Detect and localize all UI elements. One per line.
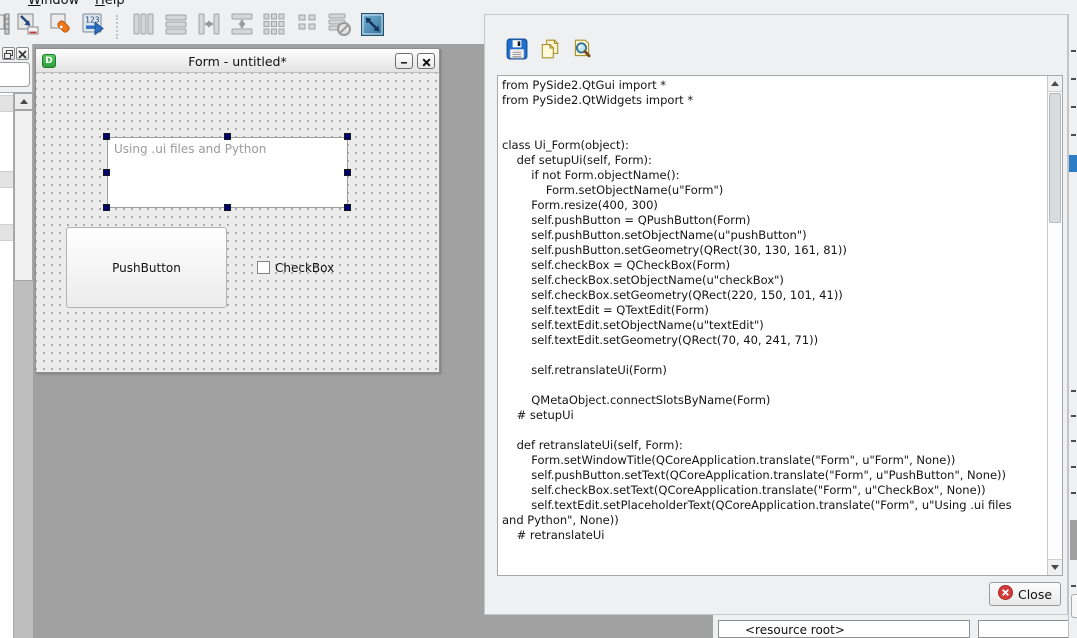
sliver-scroll-thumb[interactable] — [1070, 520, 1077, 560]
selection-handle[interactable] — [224, 133, 231, 140]
tree-branch-mark — [1071, 585, 1076, 587]
menu-window[interactable]: Window — [28, 0, 79, 8]
selection-handle[interactable] — [344, 133, 351, 140]
resource-preview[interactable] — [978, 620, 1077, 638]
edit-signals-slots-icon — [16, 12, 40, 40]
textedit-placeholder: Using .ui files and Python — [108, 138, 347, 160]
tree-branch-mark — [1071, 134, 1076, 136]
copy-code-button[interactable] — [537, 38, 563, 64]
minimize-icon — [400, 52, 408, 71]
widget-box-list — [0, 92, 33, 638]
textedit-widget[interactable]: Using .ui files and Python — [107, 137, 348, 208]
code-scrollbar[interactable] — [1047, 76, 1062, 575]
widget-category-row[interactable] — [0, 171, 13, 188]
sliver-field — [1071, 594, 1077, 618]
selection-handle[interactable] — [103, 133, 110, 140]
copy-icon — [539, 38, 561, 64]
tree-branch-mark — [1071, 50, 1076, 52]
adjust-size-icon — [360, 12, 385, 41]
float-panel-icon — [4, 44, 13, 63]
layout-splitter-vertical-icon — [230, 12, 254, 40]
checkbox-widget[interactable]: CheckBox — [257, 247, 358, 288]
break-layout-icon — [327, 12, 352, 41]
layout-splitter-horizontal-button[interactable] — [196, 13, 222, 39]
minimize-button[interactable] — [395, 53, 413, 69]
tree-branch-mark — [1071, 390, 1076, 392]
tree-branch-mark — [1071, 415, 1076, 417]
break-layout-button[interactable] — [326, 13, 352, 39]
save-code-button[interactable] — [504, 38, 530, 64]
close-dialog-button[interactable]: Close — [989, 582, 1061, 606]
close-window-icon — [422, 52, 431, 71]
widget-box-panel — [0, 44, 33, 638]
layout-form-icon — [296, 12, 320, 40]
form-window-title: Form - untitled* — [36, 49, 439, 73]
widget-box-scroll-thumb[interactable] — [14, 110, 33, 281]
panel-close-button[interactable] — [16, 47, 29, 60]
selection-handle[interactable] — [103, 169, 110, 176]
edit-widgets-button[interactable] — [0, 13, 13, 39]
resource-tree[interactable]: <resource root> — [718, 620, 970, 638]
selection-handle[interactable] — [103, 204, 110, 211]
resource-browser-panel: <resource root> — [713, 615, 1077, 638]
view-code-dialog: from PySide2.QtGui import * from PySide2… — [484, 14, 1068, 615]
scroll-down-icon[interactable] — [1048, 559, 1062, 575]
panel-float-button[interactable] — [2, 47, 15, 60]
scroll-up-icon[interactable] — [14, 93, 33, 110]
tree-branch-mark — [1071, 106, 1076, 108]
checkbox-indicator[interactable] — [257, 261, 270, 274]
tree-branch-mark — [1071, 466, 1076, 468]
edit-tab-order-button[interactable]: 123 — [80, 13, 106, 39]
layout-horizontal-icon — [131, 12, 155, 40]
selected-row-sliver[interactable] — [1069, 155, 1077, 172]
widget-box-scrollbar[interactable] — [13, 93, 33, 638]
form-canvas[interactable]: Using .ui files and Python PushButton Ch… — [36, 73, 439, 372]
right-dock-sliver — [1068, 14, 1077, 638]
tab-order-123-glyph: 123 — [85, 15, 100, 24]
checkbox-label: CheckBox — [275, 261, 334, 275]
resource-root-item[interactable]: <resource root> — [745, 623, 845, 637]
layout-grid-icon — [262, 12, 286, 40]
layout-form-button[interactable] — [295, 13, 321, 39]
pushbutton-widget[interactable]: PushButton — [66, 227, 227, 308]
selection-handle[interactable] — [344, 204, 351, 211]
layout-grid-button[interactable] — [261, 13, 287, 39]
menu-help[interactable]: Help — [95, 0, 125, 8]
form-window-titlebar[interactable]: D Form - untitled* — [36, 49, 439, 73]
find-in-code-button[interactable] — [569, 38, 595, 64]
selection-handle[interactable] — [344, 169, 351, 176]
widget-filter-input[interactable] — [0, 62, 30, 87]
qt-designer-screen: Window Help 123 — [0, 0, 1077, 638]
tree-branch-mark — [1071, 492, 1076, 494]
scroll-up-icon[interactable] — [1048, 76, 1062, 92]
code-view: from PySide2.QtGui import * from PySide2… — [497, 75, 1063, 576]
edit-tab-order-icon: 123 — [81, 12, 106, 41]
selection-handle[interactable] — [224, 204, 231, 211]
code-text[interactable]: from PySide2.QtGui import * from PySide2… — [498, 76, 1047, 575]
layout-splitter-vertical-button[interactable] — [229, 13, 255, 39]
adjust-size-button[interactable] — [359, 13, 385, 39]
tree-branch-mark — [1071, 78, 1076, 80]
find-icon — [571, 38, 593, 64]
widget-category-row[interactable] — [0, 224, 13, 241]
close-panel-icon — [18, 44, 27, 63]
widget-category-row[interactable] — [0, 95, 13, 112]
toolbar-separator — [116, 15, 118, 39]
tree-branch-mark — [1071, 440, 1076, 442]
layout-splitter-horizontal-icon — [197, 12, 221, 40]
layout-vertical-button[interactable] — [163, 13, 189, 39]
close-window-button[interactable] — [417, 53, 435, 69]
edit-widgets-icon — [0, 12, 12, 40]
code-scroll-thumb[interactable] — [1049, 93, 1061, 223]
save-icon — [506, 38, 528, 64]
layout-horizontal-button[interactable] — [130, 13, 156, 39]
edit-buddies-icon — [49, 12, 73, 40]
close-dialog-label: Close — [1018, 587, 1052, 602]
edit-buddies-button[interactable] — [48, 13, 74, 39]
form-window: D Form - untitled* Using .ui files and P… — [35, 48, 440, 373]
layout-vertical-icon — [164, 12, 188, 40]
edit-signals-slots-button[interactable] — [15, 13, 41, 39]
close-red-icon — [998, 585, 1013, 603]
